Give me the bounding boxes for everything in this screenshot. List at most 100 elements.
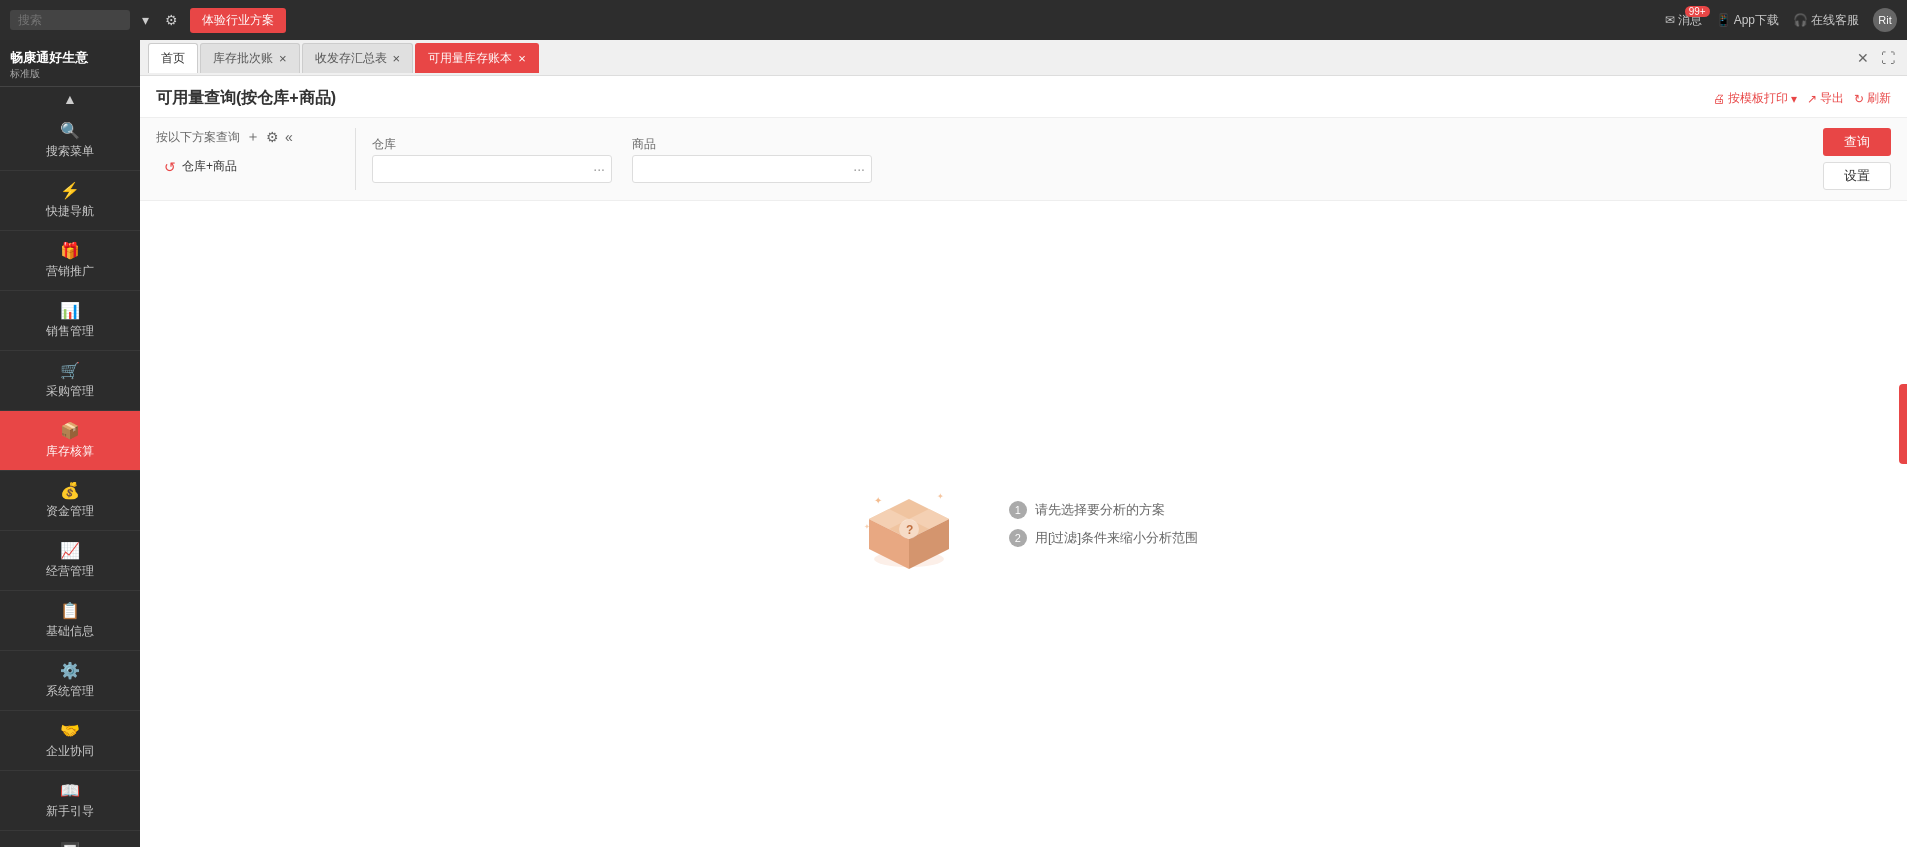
app-name: 畅康通好生意: [10, 50, 130, 67]
tab-close-all-btn[interactable]: ✕: [1853, 48, 1873, 68]
goods-input[interactable]: [639, 162, 853, 176]
tab-expand-btn[interactable]: ⛶: [1877, 48, 1899, 68]
bar-chart-icon: 📈: [60, 541, 80, 560]
sidebar-item-inventory[interactable]: 📦 库存核算: [0, 411, 140, 471]
printer-icon: 🖨: [1713, 92, 1725, 106]
sidebar-item-basic[interactable]: 📋 基础信息: [0, 591, 140, 651]
sidebar-item-purchase[interactable]: 🛒 采购管理: [0, 351, 140, 411]
print-dropdown-icon: ▾: [1791, 92, 1797, 106]
sidebar-item-label: 企业协同: [46, 743, 94, 760]
message-icon: ✉: [1665, 13, 1675, 27]
empty-illustration: ? ✦ ✦ ✦: [849, 464, 969, 584]
goods-label: 商品: [632, 136, 872, 153]
svg-text:✦: ✦: [937, 492, 944, 501]
sidebar-item-label: 营销推广: [46, 263, 94, 280]
tab-actions: ✕ ⛶: [1853, 48, 1899, 68]
setting-button[interactable]: 设置: [1823, 162, 1891, 190]
sidebar-item-apps[interactable]: 🔲 应用中心: [0, 831, 140, 847]
empty-state: ? ✦ ✦ ✦ 1 请先选择要分析的方案 2 用[过滤]条件来缩小分析范围: [140, 201, 1907, 847]
tab-home[interactable]: 首页: [148, 43, 198, 73]
gift-icon: 🎁: [60, 241, 80, 260]
sidebar-item-shortcut[interactable]: ⚡ 快捷导航: [0, 171, 140, 231]
sidebar-scroll-up-btn[interactable]: ▲: [0, 87, 140, 111]
query-button[interactable]: 查询: [1823, 128, 1891, 156]
right-scroll-indicator: [1899, 384, 1907, 464]
book-icon: 📖: [60, 781, 80, 800]
avatar[interactable]: Rit: [1873, 8, 1897, 32]
warehouse-input[interactable]: [379, 162, 593, 176]
scheme-title: 按以下方案查询: [156, 129, 240, 146]
filter-field-goods: 商品 ···: [632, 136, 872, 183]
app-edition: 标准版: [10, 67, 130, 80]
export-button[interactable]: ↗ 导出: [1807, 90, 1844, 107]
scheme-header: 按以下方案查询 ＋ ⚙ «: [156, 128, 345, 146]
tab-available[interactable]: 可用量库存账本 ×: [415, 43, 539, 73]
manage-scheme-btn[interactable]: ⚙: [266, 129, 279, 145]
empty-tip-2: 2 用[过滤]条件来缩小分析范围: [1009, 529, 1198, 547]
shortcut-icon: ⚡: [60, 181, 80, 200]
trial-button[interactable]: 体验行业方案: [190, 8, 286, 33]
sidebar-item-sales[interactable]: 📊 销售管理: [0, 291, 140, 351]
search-menu-icon: 🔍: [60, 121, 80, 140]
tab-summary-close[interactable]: ×: [393, 52, 401, 65]
tip1-num: 1: [1009, 501, 1027, 519]
sidebar-item-enterprise[interactable]: 🤝 企业协同: [0, 711, 140, 771]
sidebar-item-label: 快捷导航: [46, 203, 94, 220]
sidebar-item-system[interactable]: ⚙️ 系统管理: [0, 651, 140, 711]
refresh-button[interactable]: ↻ 刷新: [1854, 90, 1891, 107]
add-scheme-btn[interactable]: ＋: [246, 128, 260, 146]
empty-tip-1: 1 请先选择要分析的方案: [1009, 501, 1198, 519]
tab-batch-close[interactable]: ×: [279, 52, 287, 65]
top-bar-left: ▾ ⚙ 体验行业方案: [10, 8, 1657, 33]
sidebar-item-marketing[interactable]: 🎁 营销推广: [0, 231, 140, 291]
sidebar-item-finance[interactable]: 💰 资金管理: [0, 471, 140, 531]
sidebar-item-label: 新手引导: [46, 803, 94, 820]
refresh-icon: ↻: [1854, 92, 1864, 106]
sidebar-item-label: 经营管理: [46, 563, 94, 580]
page-content: 可用量查询(按仓库+商品) 🖨 按模板打印 ▾ ↗ 导出 ↻ 刷新: [140, 76, 1907, 847]
message-button[interactable]: ✉ 消息 99+: [1665, 12, 1702, 29]
query-right-actions: 查询 设置: [1813, 128, 1891, 190]
tab-batch-label: 库存批次账: [213, 50, 273, 67]
collapse-scheme-btn[interactable]: «: [285, 129, 293, 145]
tab-summary[interactable]: 收发存汇总表 ×: [302, 43, 414, 73]
scheme-item-label: 仓库+商品: [182, 158, 237, 175]
cart-icon: 🛒: [60, 361, 80, 380]
sidebar: 畅康通好生意 标准版 ▲ 🔍 搜索菜单 ⚡ 快捷导航 🎁 营销推广 📊 销售管理…: [0, 40, 140, 847]
tab-home-label: 首页: [161, 50, 185, 67]
warehouse-input-wrap: ···: [372, 155, 612, 183]
page-header: 可用量查询(按仓库+商品) 🖨 按模板打印 ▾ ↗ 导出 ↻ 刷新: [140, 76, 1907, 118]
svg-text:✦: ✦: [874, 495, 882, 506]
tab-summary-label: 收发存汇总表: [315, 50, 387, 67]
tip2-num: 2: [1009, 529, 1027, 547]
sidebar-item-operation[interactable]: 📈 经营管理: [0, 531, 140, 591]
sidebar-item-label: 采购管理: [46, 383, 94, 400]
tab-available-close[interactable]: ×: [518, 52, 526, 65]
sidebar-item-newbie[interactable]: 📖 新手引导: [0, 771, 140, 831]
dropdown-btn[interactable]: ▾: [138, 10, 153, 30]
print-label: 按模板打印: [1728, 90, 1788, 107]
online-service-label: 在线客服: [1811, 12, 1859, 29]
apps-icon: 🔲: [60, 841, 80, 847]
settings-gear-icon[interactable]: ⚙: [161, 10, 182, 30]
scheme-item-warehouse-goods[interactable]: ↺ 仓库+商品: [156, 154, 345, 179]
export-icon: ↗: [1807, 92, 1817, 106]
tab-bar: 首页 库存批次账 × 收发存汇总表 × 可用量库存账本 × ✕ ⛶: [140, 40, 1907, 76]
tab-batch[interactable]: 库存批次账 ×: [200, 43, 300, 73]
tip2-text: 用[过滤]条件来缩小分析范围: [1035, 529, 1198, 547]
app-download-button[interactable]: 📱 App下载: [1716, 12, 1779, 29]
main-layout: 畅康通好生意 标准版 ▲ 🔍 搜索菜单 ⚡ 快捷导航 🎁 营销推广 📊 销售管理…: [0, 40, 1907, 847]
tab-available-label: 可用量库存账本: [428, 50, 512, 67]
svg-text:?: ?: [906, 523, 913, 537]
scheme-panel: 按以下方案查询 ＋ ⚙ « ↺ 仓库+商品: [156, 128, 356, 190]
online-service-button[interactable]: 🎧 在线客服: [1793, 12, 1859, 29]
scheme-item-icon: ↺: [164, 159, 176, 175]
print-button[interactable]: 🖨 按模板打印 ▾: [1713, 90, 1797, 107]
app-download-label: App下载: [1734, 12, 1779, 29]
goods-more-btn[interactable]: ···: [853, 161, 865, 177]
sidebar-item-label: 基础信息: [46, 623, 94, 640]
sidebar-item-search[interactable]: 🔍 搜索菜单: [0, 111, 140, 171]
top-bar-right: ✉ 消息 99+ 📱 App下载 🎧 在线客服 Rit: [1665, 8, 1897, 32]
warehouse-more-btn[interactable]: ···: [593, 161, 605, 177]
search-input[interactable]: [10, 10, 130, 30]
